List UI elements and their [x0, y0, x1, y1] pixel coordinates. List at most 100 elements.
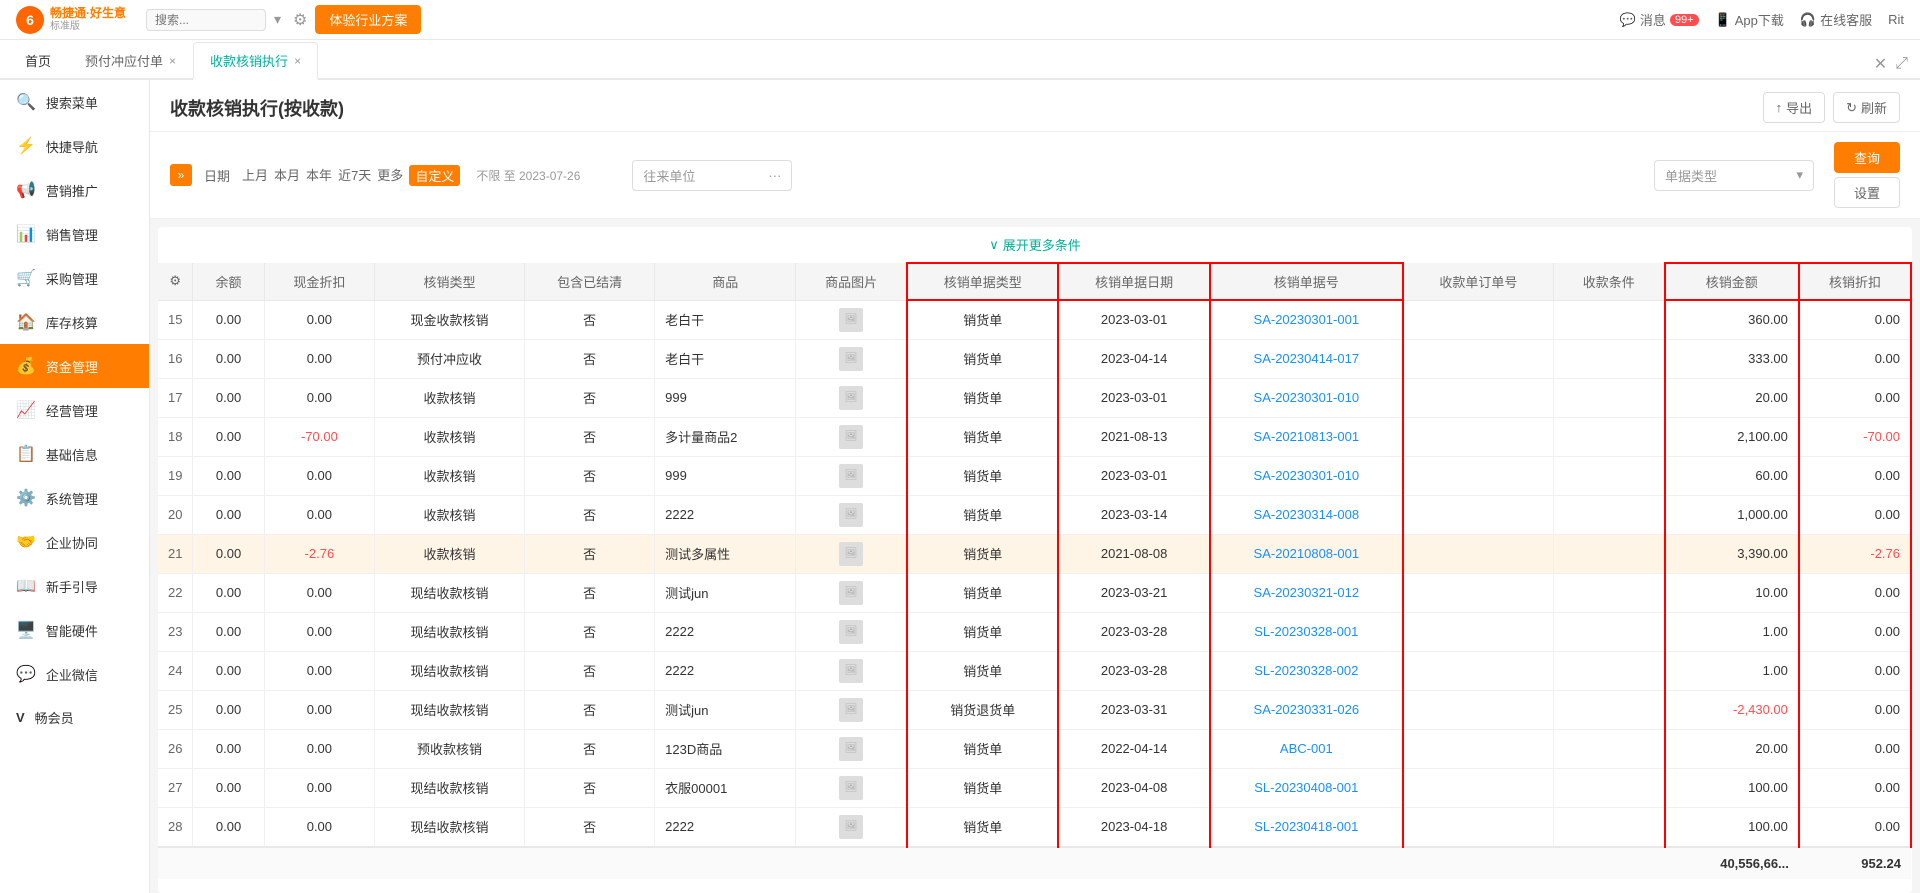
receipt-type-label: 单据类型	[1665, 166, 1717, 185]
table-row: 16 0.00 0.00 预付冲应收 否 老白干 🖼 销货单 2023-04-1…	[158, 339, 1911, 378]
sidebar-item-guide[interactable]: 📖 新手引导	[0, 564, 149, 608]
sidebar-item-marketing[interactable]: 📢 营销推广	[0, 168, 149, 212]
search-input[interactable]	[146, 9, 266, 31]
cell-img: 🖼	[796, 768, 907, 807]
cell-type: 现金收款核销	[375, 300, 525, 339]
cell-product: 2222	[655, 612, 796, 651]
sidebar-item-system[interactable]: ⚙️ 系统管理	[0, 476, 149, 520]
cell-id: 27	[158, 768, 193, 807]
sidebar-item-search[interactable]: 🔍 搜索菜单	[0, 80, 149, 124]
user-name[interactable]: Rit	[1888, 12, 1904, 27]
cell-doc-date: 2023-03-01	[1058, 300, 1209, 339]
date-label: 日期	[204, 166, 230, 185]
cell-settled: 否	[524, 534, 654, 573]
expand-chevron-icon: ∨	[989, 237, 999, 253]
cell-doc-date: 2022-04-14	[1058, 729, 1209, 768]
date-more[interactable]: 更多	[377, 165, 403, 186]
date-this-year[interactable]: 本年	[306, 165, 332, 186]
online-service-btn[interactable]: 🎧 在线客服	[1800, 10, 1872, 29]
top-bar-right: 💬 消息 99+ 📱 App下载 🎧 在线客服 Rit	[1620, 10, 1904, 29]
cell-balance: 0.00	[193, 612, 264, 651]
cell-order-no	[1403, 612, 1554, 651]
cell-doc-date: 2021-08-08	[1058, 534, 1209, 573]
sidebar-item-enterprise-label: 企业协同	[46, 533, 98, 552]
basic-info-icon: 📋	[16, 444, 36, 464]
table-toolbar: ∨ 展开更多条件	[158, 227, 1912, 262]
tab-prepay[interactable]: 预付冲应付单 ×	[68, 42, 193, 78]
settings-gear-icon[interactable]: ⚙	[293, 10, 307, 30]
sidebar-item-wechat[interactable]: 💬 企业微信	[0, 652, 149, 696]
product-image-thumb: 🖼	[839, 347, 863, 371]
cell-id: 22	[158, 573, 193, 612]
settings-col-icon[interactable]: ⚙	[169, 273, 181, 288]
sidebar-item-vip[interactable]: V 畅会员	[0, 696, 149, 739]
expand-more-btn[interactable]: ∨ 展开更多条件	[989, 235, 1081, 254]
tab-writeoff-close[interactable]: ×	[294, 54, 301, 68]
sidebar-item-system-label: 系统管理	[46, 489, 98, 508]
cell-balance: 0.00	[193, 456, 264, 495]
sidebar-item-hardware[interactable]: 🖥️ 智能硬件	[0, 608, 149, 652]
page-title: 收款核销执行(按收款)	[170, 95, 344, 121]
cell-amount: 60.00	[1665, 456, 1799, 495]
filter-expand-arrow[interactable]: »	[170, 164, 192, 186]
export-btn[interactable]: ↑ 导出	[1763, 92, 1826, 123]
sidebar-item-purchase[interactable]: 🛒 采购管理	[0, 256, 149, 300]
date-this-month[interactable]: 本月	[274, 165, 300, 186]
message-btn[interactable]: 💬 消息 99+	[1620, 10, 1699, 29]
cell-cash-discount: -2.76	[264, 534, 375, 573]
cell-doc-type: 销货单	[907, 378, 1058, 417]
tab-close-all-icon[interactable]: ✕	[1874, 54, 1887, 74]
page-header: 收款核销执行(按收款) ↑ 导出 ↻ 刷新	[150, 80, 1920, 132]
cell-doc-type: 销货单	[907, 456, 1058, 495]
query-btn[interactable]: 查询	[1834, 142, 1900, 173]
cell-doc-no: SA-20210813-001	[1210, 417, 1403, 456]
cell-discount: 0.00	[1799, 300, 1911, 339]
cell-amount: 360.00	[1665, 300, 1799, 339]
cell-balance: 0.00	[193, 651, 264, 690]
sidebar-item-operations[interactable]: 📈 经营管理	[0, 388, 149, 432]
cell-discount: 0.00	[1799, 378, 1911, 417]
cell-order-no	[1403, 339, 1554, 378]
cell-balance: 0.00	[193, 339, 264, 378]
dropdown-icon[interactable]: ▾	[274, 11, 281, 28]
tab-prepay-close[interactable]: ×	[169, 54, 176, 68]
tab-home[interactable]: 首页	[8, 42, 68, 78]
cell-type: 收款核销	[375, 495, 525, 534]
date-custom[interactable]: 自定义	[409, 165, 460, 186]
hardware-icon: 🖥️	[16, 620, 36, 640]
app-download-btn[interactable]: 📱 App下载	[1715, 10, 1784, 29]
filter-bar: » 日期 上月 本月 本年 近7天 更多 自定义 不限 至 2023-07-26…	[150, 132, 1920, 219]
logo: 6 畅捷通·好生意 标准版	[16, 6, 126, 34]
party-placeholder: 往来单位	[643, 166, 695, 185]
cell-doc-type: 销货单	[907, 417, 1058, 456]
date-7days[interactable]: 近7天	[338, 165, 371, 186]
sidebar-item-quick-nav[interactable]: ⚡ 快捷导航	[0, 124, 149, 168]
receipt-type-field[interactable]: 单据类型 ▾	[1654, 160, 1814, 191]
cell-cash-discount: 0.00	[264, 495, 375, 534]
cell-img: 🖼	[796, 378, 907, 417]
system-icon: ⚙️	[16, 488, 36, 508]
tab-writeoff[interactable]: 收款核销执行 ×	[193, 42, 318, 80]
cell-discount: -2.76	[1799, 534, 1911, 573]
tab-home-label: 首页	[25, 51, 51, 70]
table-section: ∨ 展开更多条件 ⚙ 余额 现金折扣 核销类型 包含已结清 商品 商品图片 核销…	[158, 227, 1912, 893]
sidebar-item-basic-label: 基础信息	[46, 445, 98, 464]
sidebar-item-enterprise[interactable]: 🤝 企业协同	[0, 520, 149, 564]
industry-btn[interactable]: 体验行业方案	[315, 5, 421, 34]
party-field[interactable]: 往来单位 ···	[632, 160, 792, 191]
refresh-btn[interactable]: ↻ 刷新	[1833, 92, 1900, 123]
sidebar-item-finance[interactable]: 💰 资金管理	[0, 344, 149, 388]
message-badge: 99+	[1670, 14, 1699, 26]
cell-condition	[1553, 417, 1664, 456]
sidebar-item-search-label: 搜索菜单	[46, 93, 98, 112]
settings-btn[interactable]: 设置	[1834, 177, 1900, 208]
sidebar-item-inventory[interactable]: 🏠 库存核算	[0, 300, 149, 344]
online-service-label: 在线客服	[1820, 10, 1872, 29]
date-last-month[interactable]: 上月	[242, 165, 268, 186]
cell-order-no	[1403, 456, 1554, 495]
sidebar-item-basic-info[interactable]: 📋 基础信息	[0, 432, 149, 476]
inventory-icon: 🏠	[16, 312, 36, 332]
vip-icon: V	[16, 710, 25, 725]
sidebar-item-sales[interactable]: 📊 销售管理	[0, 212, 149, 256]
tab-expand-icon[interactable]: ⤢	[1895, 55, 1908, 73]
